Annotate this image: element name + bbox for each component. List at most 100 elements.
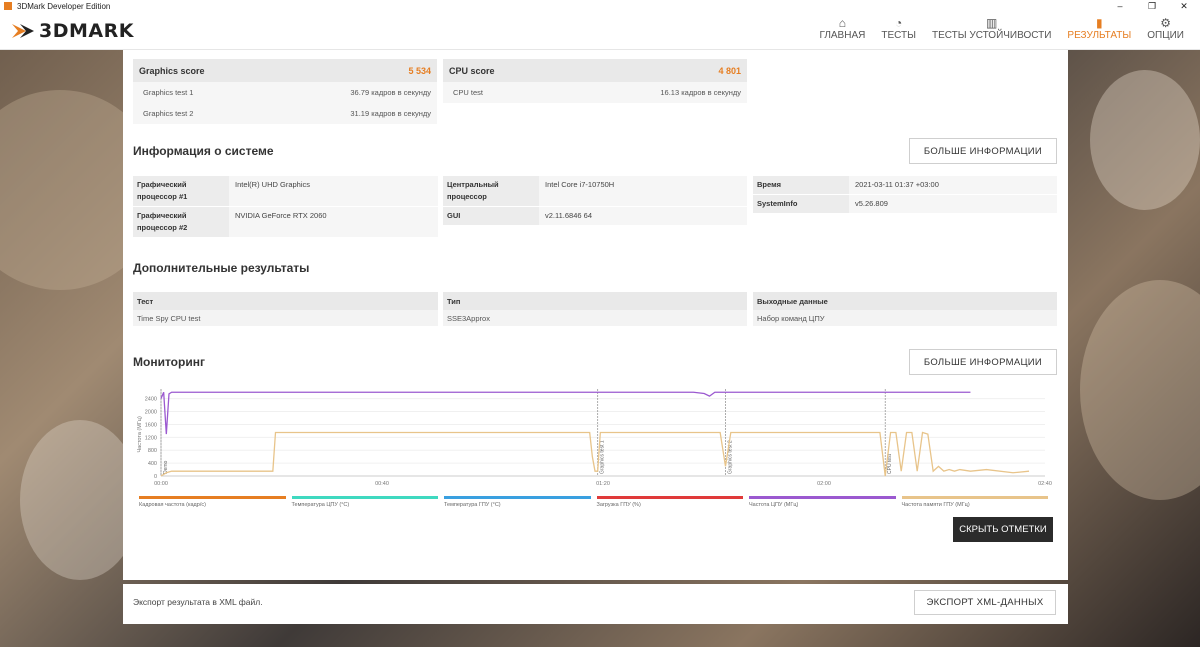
gpu1-key: Графический процессор #1 [133, 176, 229, 206]
gauge-icon: ◔ [895, 16, 903, 30]
nav-item-3[interactable]: ▮ РЕЗУЛЬТАТЫ [1067, 16, 1131, 41]
nav-item-0[interactable]: ⌂ ГЛАВНАЯ [819, 16, 865, 41]
background-decoration [20, 420, 140, 580]
legend-swatch [139, 496, 286, 499]
restore-button[interactable]: ❐ [1136, 0, 1168, 12]
additional-col-type: Тип SSE3Approx [443, 292, 747, 326]
y-tick-label: 0 [154, 474, 157, 480]
legend-item[interactable]: Температура ЦПУ (°C) [291, 496, 438, 508]
legend-swatch [596, 496, 743, 499]
nav-label: ТЕСТЫ УСТОЙЧИВОСТИ [931, 30, 1052, 41]
logo-text: 3DMARK [39, 20, 134, 42]
column-header: Выходные данные [753, 292, 1057, 310]
test-name: Graphics test 2 [143, 109, 194, 118]
legend-item[interactable]: Температура ГПУ (°C) [444, 496, 591, 508]
legend-swatch [749, 496, 896, 499]
cpu-info-card: Центральный процессор Intel Core i7-10750… [443, 176, 747, 226]
graphics-score-label: Graphics score [139, 65, 205, 76]
y-axis-label: Частота (МГц) [137, 416, 143, 452]
series-line-1 [160, 431, 1030, 477]
nav-item-4[interactable]: ⚙ ОПЦИИ [1147, 16, 1184, 41]
gear-icon: ⚙ [1160, 16, 1171, 30]
monitoring-title: Мониторинг [133, 355, 205, 369]
nav-label: ГЛАВНАЯ [819, 30, 866, 41]
minimize-button[interactable]: – [1104, 0, 1136, 12]
system-more-info-button[interactable]: БОЛЬШЕ ИНФОРМАЦИИ [909, 138, 1057, 164]
nav-label: ОПЦИИ [1147, 30, 1184, 41]
x-tick-label: 02:00 [817, 481, 831, 487]
test-result-row: CPU test 16.13 кадров в секунду [443, 82, 747, 103]
test-name: Graphics test 1 [143, 88, 194, 97]
additional-results-title: Дополнительные результаты [133, 261, 310, 275]
nav-item-1[interactable]: ◔ ТЕСТЫ [881, 16, 916, 41]
x-tick-label: 02:40 [1038, 481, 1052, 487]
sysinfo-key: SystemInfo [753, 195, 849, 213]
nav-item-2[interactable]: ▥ ТЕСТЫ УСТОЙЧИВОСТИ [932, 16, 1051, 41]
column-header: Тип [443, 292, 747, 310]
gui-key: GUI [443, 207, 539, 225]
cpu-score-label: CPU score [449, 65, 495, 76]
3dmark-logo-icon [12, 24, 34, 38]
test-result-row: Graphics test 1 36.79 кадров в секунду [133, 82, 437, 103]
chart-legend: Кадровая частота (кадр/с) Температура ЦПУ… [139, 496, 1054, 508]
gpu2-value: NVIDIA GeForce RTX 2060 [229, 207, 438, 237]
additional-col-test: Тест Time Spy CPU test [133, 292, 438, 326]
legend-label: Температура ГПУ (°C) [444, 502, 501, 508]
legend-swatch [291, 496, 438, 499]
column-value: Набор команд ЦПУ [753, 310, 1057, 326]
test-value: 36.79 кадров в секунду [350, 88, 431, 97]
legend-item[interactable]: Загрузка ГПУ (%) [596, 496, 743, 508]
gpu1-value: Intel(R) UHD Graphics [229, 176, 438, 206]
y-tick-label: 1600 [145, 422, 157, 428]
legend-label: Кадровая частота (кадр/с) [139, 502, 206, 508]
nav-label: ТЕСТЫ [881, 30, 916, 41]
logo[interactable]: 3DMARK [12, 20, 134, 42]
legend-label: Температура ЦПУ (°C) [291, 502, 350, 508]
background-decoration [1080, 280, 1200, 500]
nav-label: РЕЗУЛЬТАТЫ [1067, 30, 1132, 41]
results-panel: Graphics score 5 534 Graphics test 1 36.79… [123, 50, 1068, 580]
window-title: 3DMark Developer Edition [17, 1, 111, 11]
sysinfo-value: v5.26.809 [849, 195, 1057, 213]
column-value: SSE3Approx [443, 310, 747, 326]
column-header: Тест [133, 292, 438, 310]
monitoring-chart-svg: 2400 2000 1600 1200 800 400 0 Частота (МГц) 00:0… [137, 389, 1052, 487]
results-bars-icon: ▮ [1096, 16, 1103, 30]
legend-item[interactable]: Частота ЦПУ (МГц) [749, 496, 896, 508]
y-tick-label: 800 [148, 448, 157, 454]
test-name: CPU test [453, 88, 484, 97]
hide-markers-button[interactable]: СКРЫТЬ ОТМЕТКИ [953, 517, 1053, 542]
main-nav: ⌂ ГЛАВНАЯ ◔ ТЕСТЫ ▥ ТЕСТЫ УСТОЙЧИВОСТИ ▮ РЕЗУЛЬ… [819, 16, 1200, 41]
legend-swatch [901, 496, 1048, 499]
monitoring-more-info-button[interactable]: БОЛЬШЕ ИНФОРМАЦИИ [909, 349, 1057, 375]
graphics-score-value: 5 534 [408, 65, 431, 76]
export-text: Экспорт результата в XML файл. [133, 597, 263, 607]
y-tick-label: 2000 [145, 410, 157, 416]
x-tick-label: 01:20 [596, 481, 610, 487]
window-title-bar: 3DMark Developer Edition – ❐ ✕ [0, 0, 1200, 12]
monitoring-chart: 2400 2000 1600 1200 800 400 0 Частота (МГц) 00:0… [133, 383, 1053, 508]
legend-label: Загрузка ГПУ (%) [596, 502, 641, 508]
test-value: 16.13 кадров в секунду [660, 88, 741, 97]
test-marker-label: Graphics test 1 [600, 440, 606, 474]
y-tick-label: 400 [148, 461, 157, 467]
time-value: 2021-03-11 01:37 +03:00 [849, 176, 1057, 194]
gpu2-key: Графический процессор #2 [133, 207, 229, 237]
y-tick-label: 2400 [145, 397, 157, 403]
y-tick-label: 1200 [145, 435, 157, 441]
graphics-score-card: Graphics score 5 534 Graphics test 1 36.79… [133, 59, 437, 124]
x-tick-label: 00:40 [375, 481, 389, 487]
column-value: Time Spy CPU test [133, 310, 438, 326]
legend-item[interactable]: Кадровая частота (кадр/с) [139, 496, 286, 508]
legend-item[interactable]: Частота памяти ГПУ (МГц) [901, 496, 1048, 508]
stress-chart-icon: ▥ [986, 16, 998, 30]
legend-label: Частота памяти ГПУ (МГц) [901, 502, 970, 508]
export-xml-button[interactable]: ЭКСПОРТ XML-ДАННЫХ [914, 590, 1056, 615]
legend-label: Частота ЦПУ (МГц) [749, 502, 799, 508]
time-key: Время [753, 176, 849, 194]
test-value: 31.19 кадров в секунду [350, 109, 431, 118]
close-button[interactable]: ✕ [1168, 0, 1200, 12]
system-info-title: Информация о системе [133, 144, 274, 158]
gpu-info-card: Графический процессор #1 Intel(R) UHD Gra… [133, 176, 438, 238]
cpu-key: Центральный процессор [443, 176, 539, 206]
